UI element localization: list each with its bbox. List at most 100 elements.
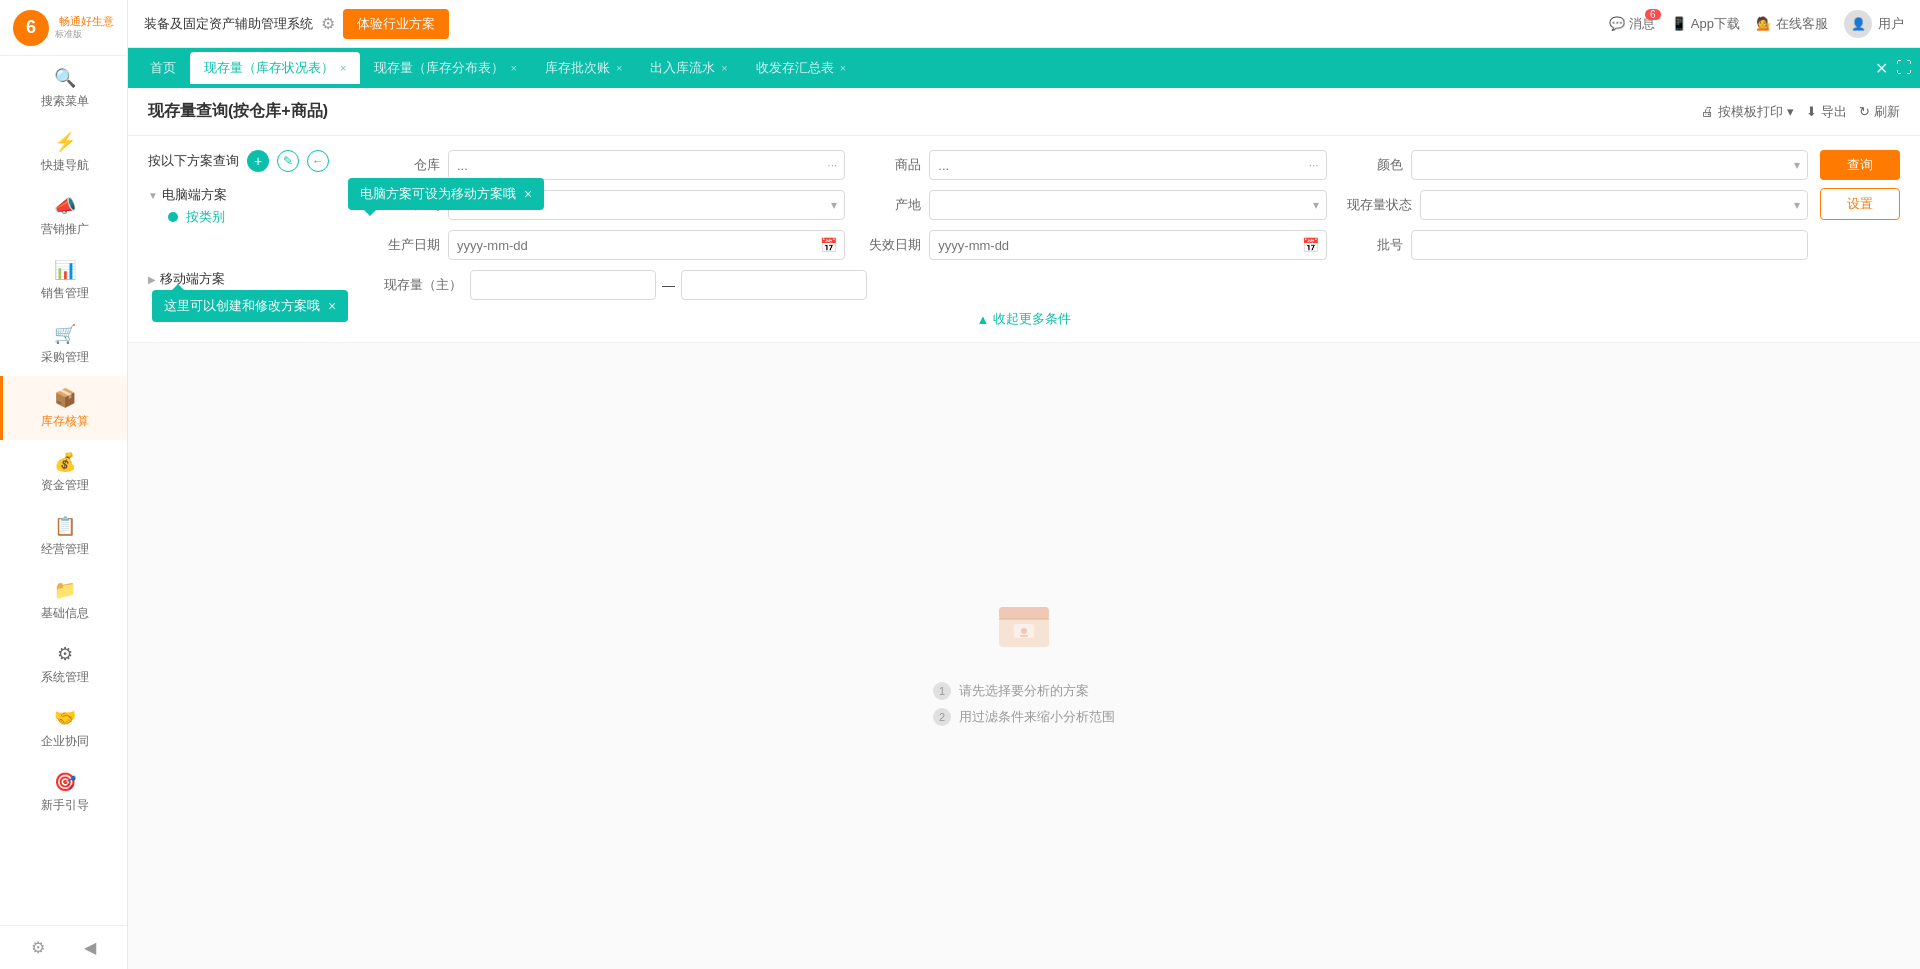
scheme-mobile-toggle[interactable]: ▶: [148, 274, 156, 285]
sidebar-item-corp[interactable]: 🤝 企业协同: [0, 696, 127, 760]
sidebar-item-purchase[interactable]: 🛒 采购管理: [0, 312, 127, 376]
tab-home[interactable]: 首页: [136, 52, 190, 84]
tab-inventory-dist[interactable]: 现存量（库存分布表） ×: [360, 52, 530, 84]
sidebar-item-inventory[interactable]: 📦 库存核算: [0, 376, 127, 440]
online-service-button[interactable]: 💁 在线客服: [1756, 15, 1828, 33]
tooltip-desktop-scheme: 电脑方案可设为移动方案哦 ×: [348, 178, 544, 210]
tab-fullscreen-icon[interactable]: ⛶: [1896, 59, 1912, 77]
tab-batch-account-label: 库存批次账: [545, 59, 610, 77]
tab-inventory-dist-close[interactable]: ×: [510, 62, 516, 74]
sidebar-item-marketing[interactable]: 📣 营销推广: [0, 184, 127, 248]
filter-add-button[interactable]: +: [247, 150, 269, 172]
scheme-desktop-children: 按类别: [148, 206, 368, 228]
stock-main-start-input[interactable]: [470, 270, 656, 300]
tab-inout-flow-close[interactable]: ×: [721, 62, 727, 74]
page-actions: 🖨 按模板打印 ▾ ⬇ 导出 ↻ 刷新: [1701, 103, 1900, 121]
settings-icon[interactable]: ⚙: [31, 938, 45, 957]
sidebar-item-guide[interactable]: 🎯 新手引导: [0, 760, 127, 824]
color-label: 颜色: [1347, 156, 1403, 174]
filter-arrow-button[interactable]: ←: [307, 150, 329, 172]
filter-origin-field: 产地: [865, 190, 1326, 220]
warehouse-input[interactable]: [448, 150, 845, 180]
filter-fields-panel: 仓库 ··· 商品 ···: [384, 150, 1900, 300]
system-icon: ⚙: [57, 643, 73, 665]
filter-edit-button[interactable]: ✎: [277, 150, 299, 172]
stock-main-end-input[interactable]: [681, 270, 867, 300]
trial-button[interactable]: 体验行业方案: [343, 9, 449, 39]
refresh-icon: ↻: [1859, 104, 1870, 119]
corp-icon: 🤝: [54, 707, 76, 729]
sidebar-item-label: 新手引导: [41, 797, 89, 814]
color-select[interactable]: [1411, 150, 1808, 180]
tooltip2-close-icon[interactable]: ×: [328, 298, 336, 314]
tab-receive-summary[interactable]: 收发存汇总表 ×: [742, 52, 860, 84]
search-icon: 🔍: [54, 67, 76, 89]
tooltip1-close-icon[interactable]: ×: [524, 186, 532, 202]
tab-inventory-status[interactable]: 现存量（库存状况表） ×: [190, 52, 360, 84]
collapse-sidebar-icon[interactable]: ◀: [84, 938, 96, 957]
batch-input[interactable]: [1411, 230, 1808, 260]
app-download-label: App下载: [1691, 15, 1740, 33]
tab-batch-account[interactable]: 库存批次账 ×: [531, 52, 636, 84]
goods-input[interactable]: [929, 150, 1326, 180]
chevron-up-icon: ▲: [977, 312, 990, 327]
stock-status-select[interactable]: [1420, 190, 1808, 220]
tab-receive-summary-label: 收发存汇总表: [756, 59, 834, 77]
scheme-mobile-label: 移动端方案: [160, 270, 225, 288]
message-button[interactable]: 💬 消息 6: [1609, 15, 1655, 33]
tooltip-create-scheme: 这里可以创建和修改方案哦 ×: [152, 290, 348, 322]
prod-date-calendar-icon[interactable]: 📅: [820, 237, 837, 253]
filter-scheme-panel: 按以下方案查询 + ✎ ← 电脑方案可设为移动方案哦 × ▼: [148, 150, 368, 290]
warehouse-label: 仓库: [384, 156, 440, 174]
tooltip1-text: 电脑方案可设为移动方案哦: [360, 185, 516, 203]
tab-receive-summary-close[interactable]: ×: [840, 62, 846, 74]
warehouse-dots-icon[interactable]: ···: [827, 158, 837, 172]
sidebar-nav: 🔍 搜索菜单 ⚡ 快捷导航 📣 营销推广 📊 销售管理 🛒 采购管理 📦: [0, 56, 127, 925]
avatar: 👤: [1844, 10, 1872, 38]
tab-close-all-icon[interactable]: ✕: [1875, 59, 1888, 78]
sidebar-item-label: 资金管理: [41, 477, 89, 494]
sidebar-item-system[interactable]: ⚙ 系统管理: [0, 632, 127, 696]
svg-rect-1: [999, 607, 1049, 619]
expire-date-start-input[interactable]: [929, 230, 1326, 260]
sidebar-item-label: 营销推广: [41, 221, 89, 238]
page-title: 现存量查询(按仓库+商品): [148, 101, 328, 122]
sidebar: 6 畅通好生意 标准版 🔍 搜索菜单 ⚡ 快捷导航 📣 营销推广 📊 销售管理: [0, 0, 128, 969]
sidebar-item-sales[interactable]: 📊 销售管理: [0, 248, 127, 312]
search-button[interactable]: 查询: [1820, 150, 1900, 180]
system-name: 装备及固定资产辅助管理系统: [144, 15, 313, 33]
ops-icon: 📋: [54, 515, 76, 537]
set-button[interactable]: 设置: [1820, 188, 1900, 220]
collapse-row: ▲ 收起更多条件: [148, 310, 1900, 328]
scheme-desktop-item[interactable]: ▼ 电脑端方案: [148, 184, 368, 206]
scheme-desktop-child-item[interactable]: 按类别: [168, 206, 368, 228]
app-container: 6 畅通好生意 标准版 🔍 搜索菜单 ⚡ 快捷导航 📣 营销推广 📊 销售管理: [0, 0, 1920, 969]
topbar-gear-icon[interactable]: ⚙: [321, 14, 335, 33]
refresh-button[interactable]: ↻ 刷新: [1859, 103, 1900, 121]
user-menu[interactable]: 👤 用户: [1844, 10, 1904, 38]
tab-batch-account-close[interactable]: ×: [616, 62, 622, 74]
goods-dots-icon[interactable]: ···: [1309, 158, 1319, 172]
filter-batch-field: 批号: [1347, 230, 1808, 260]
sidebar-item-search[interactable]: 🔍 搜索菜单: [0, 56, 127, 120]
sidebar-item-label: 企业协同: [41, 733, 89, 750]
print-button[interactable]: 🖨 按模板打印 ▾: [1701, 103, 1794, 121]
sidebar-item-label: 库存核算: [41, 413, 89, 430]
export-button[interactable]: ⬇ 导出: [1806, 103, 1847, 121]
prod-date-start-input[interactable]: [448, 230, 845, 260]
scheme-desktop-toggle[interactable]: ▼: [148, 190, 158, 201]
app-download-button[interactable]: 📱 App下载: [1671, 15, 1740, 33]
sidebar-item-finance[interactable]: 💰 资金管理: [0, 440, 127, 504]
main-content: 装备及固定资产辅助管理系统 ⚙ 体验行业方案 💬 消息 6 📱 App下载 💁 …: [128, 0, 1920, 969]
collapse-button[interactable]: ▲ 收起更多条件: [977, 310, 1072, 328]
tab-inout-flow[interactable]: 出入库流水 ×: [636, 52, 741, 84]
sidebar-item-ops[interactable]: 📋 经营管理: [0, 504, 127, 568]
quick-icon: ⚡: [54, 131, 76, 153]
origin-select[interactable]: [929, 190, 1326, 220]
sidebar-item-basic[interactable]: 📁 基础信息: [0, 568, 127, 632]
message-icon: 💬: [1609, 16, 1625, 31]
expire-date-calendar-icon[interactable]: 📅: [1302, 237, 1319, 253]
sidebar-item-quick[interactable]: ⚡ 快捷导航: [0, 120, 127, 184]
tab-inventory-status-close[interactable]: ×: [340, 62, 346, 74]
page-header: 现存量查询(按仓库+商品) 🖨 按模板打印 ▾ ⬇ 导出 ↻ 刷新: [128, 88, 1920, 136]
